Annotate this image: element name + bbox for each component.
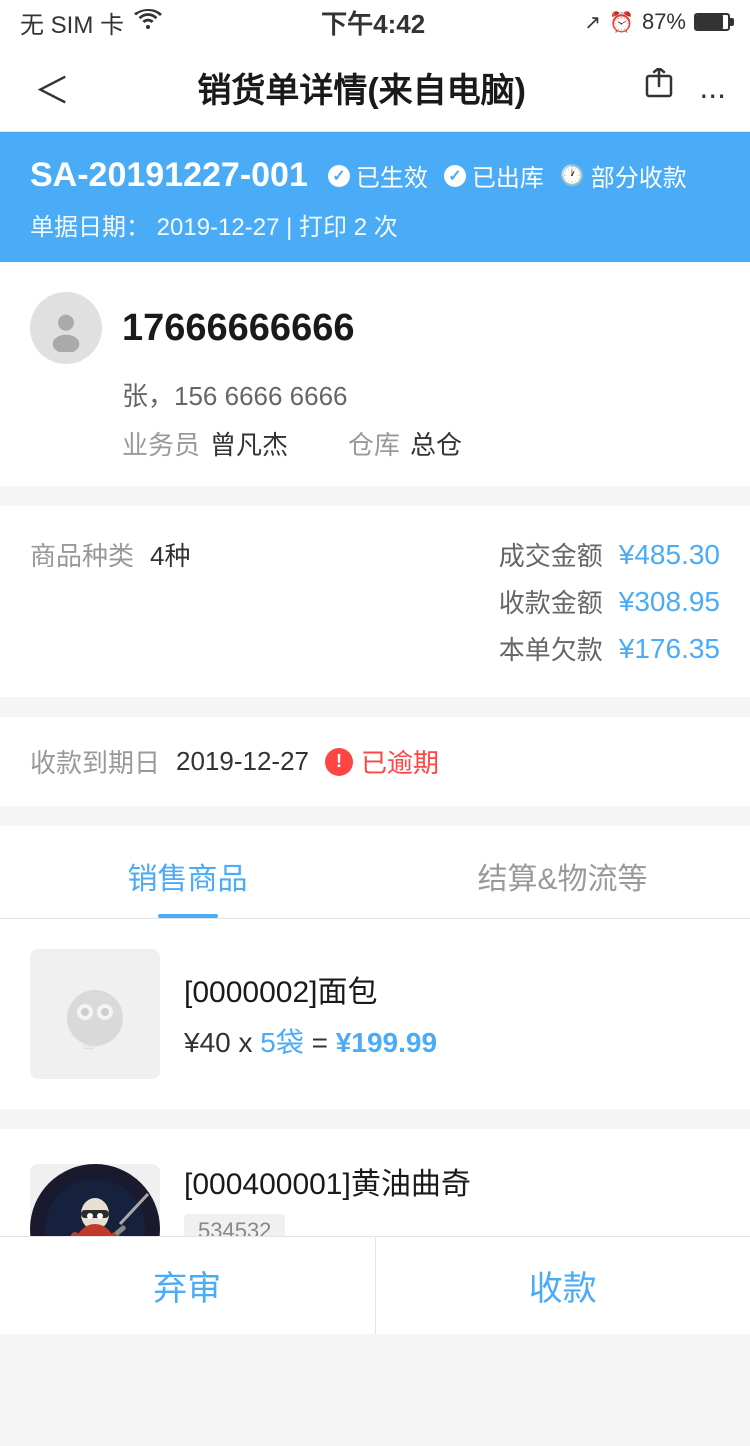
received-label: 收款金额 xyxy=(499,583,603,620)
tab-settlement[interactable]: 结算&物流等 xyxy=(375,826,750,918)
stats-section: 商品种类 4种 成交金额 ¥485.30 收款金额 ¥308.95 本单欠款 ¥… xyxy=(0,506,750,697)
warehouse-value: 总仓 xyxy=(410,425,462,462)
customer-section: 17666666666 张，156 6666 6666 业务员 曾凡杰 仓库 总… xyxy=(0,262,750,486)
share-button[interactable] xyxy=(643,68,675,108)
check-icon-1: ✓ xyxy=(328,165,350,187)
header-top: SA-20191227-001 ✓ 已生效 ✓ 已出库 🕐 部分收款 xyxy=(30,156,720,195)
battery-icon xyxy=(694,13,730,31)
status-left: 无 SIM 卡 xyxy=(20,5,162,40)
category-value: 4种 xyxy=(150,536,190,573)
status-tag-partial: 🕐 部分收款 xyxy=(560,158,687,193)
nav-bar: ＜ 销货单详情(来自电脑) ... xyxy=(0,44,750,132)
customer-main: 17666666666 xyxy=(30,292,720,364)
product-1-thumb: 图+ xyxy=(30,949,160,1079)
category-label: 商品种类 xyxy=(30,536,134,573)
status-tag-effective: ✓ 已生效 xyxy=(328,158,428,193)
due-label: 收款到期日 xyxy=(30,743,160,780)
due-section: 收款到期日 2019-12-27 ! 已逾期 xyxy=(0,717,750,806)
customer-meta: 业务员 曾凡杰 仓库 总仓 xyxy=(122,425,720,462)
more-button[interactable]: ... xyxy=(699,69,726,106)
deal-amount-label: 成交金额 xyxy=(499,536,603,573)
stats-left: 商品种类 4种 xyxy=(30,536,344,579)
nav-actions: ... xyxy=(643,68,726,108)
debt-label: 本单欠款 xyxy=(499,630,603,667)
overdue-badge: ! 已逾期 xyxy=(325,743,439,780)
cancel-review-button[interactable]: 弃审 xyxy=(0,1237,376,1334)
deal-amount-line: 成交金额 ¥485.30 xyxy=(499,536,720,573)
product-1-qty: 5袋 xyxy=(260,1027,311,1058)
overdue-text: 已逾期 xyxy=(361,743,439,780)
product-1-total: ¥199.99 xyxy=(336,1027,437,1058)
alarm-icon: ⏰ xyxy=(609,10,634,35)
salesperson-item: 业务员 曾凡杰 xyxy=(122,425,288,462)
collect-payment-button[interactable]: 收款 xyxy=(376,1237,750,1334)
status-bar: 无 SIM 卡 下午4:42 ↗ ⏰ 87% xyxy=(0,0,750,44)
product-1-price: ¥40 x 5袋 = ¥199.99 xyxy=(184,1021,720,1061)
debt-line: 本单欠款 ¥176.35 xyxy=(499,630,720,667)
avatar xyxy=(30,292,102,364)
location-icon: ↗ xyxy=(584,10,601,35)
warehouse-label: 仓库 xyxy=(348,425,400,462)
tabs-section: 销售商品 结算&物流等 xyxy=(0,826,750,919)
header-banner: SA-20191227-001 ✓ 已生效 ✓ 已出库 🕐 部分收款 单据日期：… xyxy=(0,132,750,262)
stats-right: 成交金额 ¥485.30 收款金额 ¥308.95 本单欠款 ¥176.35 xyxy=(344,536,720,667)
overdue-dot-icon: ! xyxy=(325,748,353,776)
battery-text: 87% xyxy=(642,9,686,35)
status-tag-outbound: ✓ 已出库 xyxy=(444,158,544,193)
clock-icon: 🕐 xyxy=(560,163,585,188)
status-right: ↗ ⏰ 87% xyxy=(584,9,730,35)
wifi-icon xyxy=(134,8,162,36)
tab-products[interactable]: 销售商品 xyxy=(0,826,375,918)
bottom-bar: 弃审 收款 xyxy=(0,1236,750,1334)
deal-amount-value: ¥485.30 xyxy=(619,539,720,571)
carrier-text: 无 SIM 卡 xyxy=(20,5,124,40)
customer-name: 张，156 6666 6666 xyxy=(122,376,720,413)
header-subtitle: 单据日期： 2019-12-27 | 打印 2 次 xyxy=(30,207,720,242)
order-id: SA-20191227-001 xyxy=(30,156,308,195)
svg-text:图+: 图+ xyxy=(83,1037,102,1051)
customer-id: 17666666666 xyxy=(122,307,354,350)
category-row: 商品种类 4种 xyxy=(30,536,344,573)
received-value: ¥308.95 xyxy=(619,586,720,618)
due-date: 2019-12-27 xyxy=(176,746,309,777)
check-icon-2: ✓ xyxy=(444,165,466,187)
back-button[interactable]: ＜ xyxy=(24,52,80,124)
nav-title: 销货单详情(来自电脑) xyxy=(80,63,643,112)
status-time: 下午4:42 xyxy=(321,4,425,41)
product-item: 图+ [0000002]面包 ¥40 x 5袋 = ¥199.99 xyxy=(0,919,750,1109)
product-2-name: [000400001]黄油曲奇 xyxy=(184,1159,720,1203)
debt-value: ¥176.35 xyxy=(619,633,720,665)
product-1-info: [0000002]面包 ¥40 x 5袋 = ¥199.99 xyxy=(184,967,720,1061)
received-line: 收款金额 ¥308.95 xyxy=(499,583,720,620)
salesperson-value: 曾凡杰 xyxy=(210,425,288,462)
product-1-name: [0000002]面包 xyxy=(184,967,720,1011)
status-tags: ✓ 已生效 ✓ 已出库 🕐 部分收款 xyxy=(328,158,687,193)
salesperson-label: 业务员 xyxy=(122,425,200,462)
warehouse-item: 仓库 总仓 xyxy=(348,425,462,462)
